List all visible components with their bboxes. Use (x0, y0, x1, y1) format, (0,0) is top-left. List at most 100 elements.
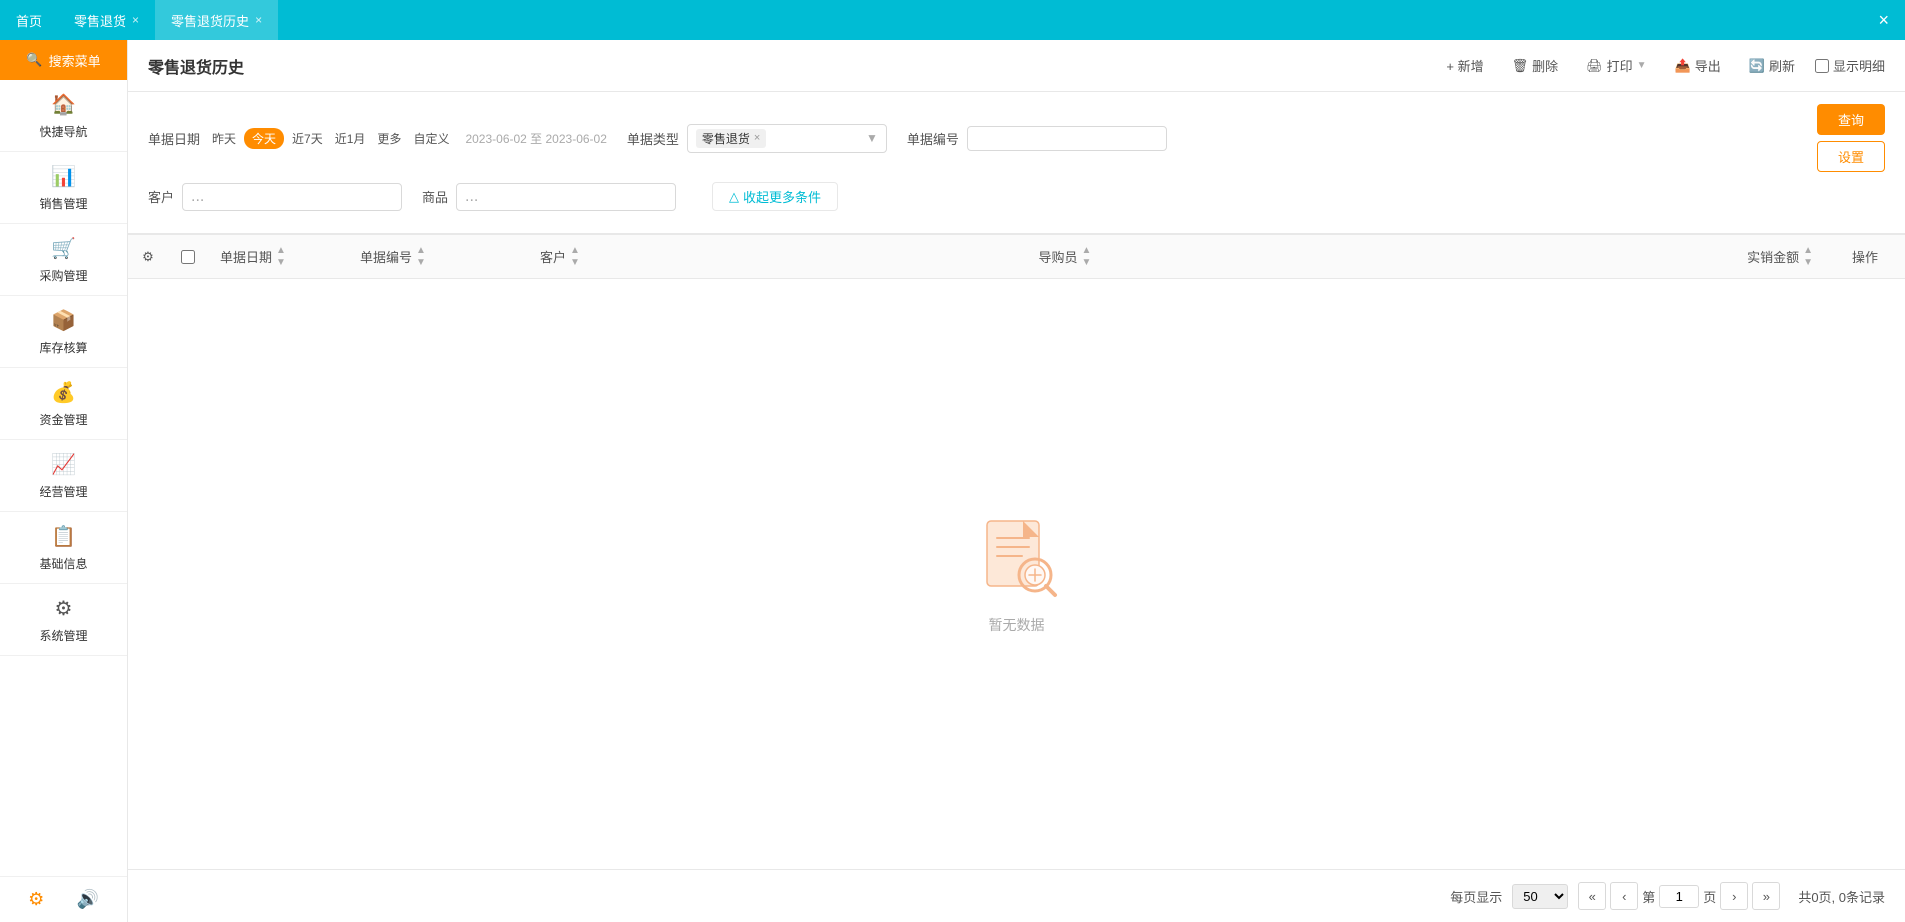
show-detail-checkbox[interactable] (1815, 59, 1829, 73)
doc-no-label: 单据编号 (907, 129, 959, 148)
date-filter-label: 单据日期 (148, 129, 200, 148)
sidebar-item-quick-nav-label: 快捷导航 (39, 123, 87, 140)
goods-dots: ... (465, 188, 478, 206)
page-label: 第 (1642, 887, 1655, 906)
query-button[interactable]: 查询 (1817, 104, 1885, 135)
delete-button[interactable]: 🗑 删除 (1504, 52, 1567, 79)
date-btn-custom[interactable]: 自定义 (409, 128, 453, 149)
home-icon: 🏠 (51, 92, 76, 117)
date-btn-yesterday[interactable]: 昨天 (208, 128, 240, 149)
sidebar-item-purchase-label: 采购管理 (39, 267, 87, 284)
date-btn-today[interactable]: 今天 (244, 128, 284, 149)
sidebar-item-quick-nav[interactable]: 🏠 快捷导航 (0, 80, 127, 152)
header-actions: + 新增 🗑 删除 🖨 打印 ▼ 📤 导出 🔄 刷新 (1438, 52, 1885, 79)
doc-type-label: 单据类型 (627, 129, 679, 148)
settings-bottom-icon[interactable]: ⚙ (28, 889, 44, 910)
tab-retail-return-history-close[interactable]: × (255, 13, 262, 27)
th-guide-label: 导购员 (1039, 247, 1078, 266)
goods-label: 商品 (422, 187, 448, 206)
collapse-icon: △ (729, 189, 739, 205)
sidebar-bottom: ⚙ 🔊 (0, 876, 127, 922)
show-detail-container: 显示明细 (1815, 56, 1885, 75)
date-btn-7days[interactable]: 近7天 (288, 128, 327, 149)
th-action: 操作 (1825, 237, 1905, 276)
doc-type-select[interactable]: 零售退货 × ▼ (687, 124, 887, 153)
doc-no-input[interactable] (967, 126, 1167, 151)
tab-retail-return-history-label: 零售退货历史 (171, 11, 249, 30)
th-amount-sort[interactable]: ▲ ▼ (1803, 245, 1813, 268)
th-date-sort[interactable]: ▲ ▼ (276, 245, 286, 268)
doc-type-filter: 单据类型 零售退货 × ▼ (627, 124, 887, 153)
finance-icon: 💰 (51, 380, 76, 405)
th-date[interactable]: 单据日期 ▲ ▼ (208, 235, 348, 278)
th-action-label: 操作 (1852, 247, 1878, 266)
goods-select[interactable]: ... (456, 183, 676, 211)
settings-button[interactable]: 设置 (1817, 141, 1885, 172)
filter-row-2: 客户 ... 商品 ... (148, 182, 1885, 211)
date-btn-1month[interactable]: 近1月 (331, 128, 370, 149)
content-area: 零售退货历史 + 新增 🗑 删除 🖨 打印 ▼ 📤 导出 (128, 40, 1905, 922)
purchase-icon: 🛒 (51, 236, 76, 261)
pagination: 每页显示 50 10 20 100 « ‹ 第 页 › » 共0页, 0条记录 (128, 869, 1905, 922)
doc-type-tag-close[interactable]: × (754, 132, 760, 144)
new-button[interactable]: + 新增 (1438, 52, 1491, 79)
tab-retail-return-close[interactable]: × (132, 13, 139, 27)
th-amount[interactable]: 实销金额 ▲ ▼ (1705, 235, 1825, 278)
sidebar-search[interactable]: 🔍 搜索菜单 (0, 40, 127, 80)
sidebar-item-finance[interactable]: 💰 资金管理 (0, 368, 127, 440)
tab-home[interactable]: 首页 (0, 0, 58, 40)
date-btn-more[interactable]: 更多 (373, 128, 405, 149)
page-first-button[interactable]: « (1578, 882, 1606, 910)
tab-retail-return[interactable]: 零售退货 × (58, 0, 155, 40)
topbar-tabs: 首页 零售退货 × 零售退货历史 × (0, 0, 1862, 40)
th-no[interactable]: 单据编号 ▲ ▼ (348, 235, 528, 278)
export-icon: 📤 (1675, 58, 1691, 74)
audio-icon[interactable]: 🔊 (76, 889, 98, 910)
collapse-button[interactable]: △ 收起更多条件 (712, 182, 838, 211)
sales-icon: 📊 (51, 164, 76, 189)
sidebar-item-inventory-label: 库存核算 (39, 339, 87, 356)
th-date-label: 单据日期 (220, 247, 272, 266)
sidebar-item-sales-mgmt[interactable]: 📊 销售管理 (0, 152, 127, 224)
tab-retail-return-history[interactable]: 零售退货历史 × (155, 0, 278, 40)
page-size-select[interactable]: 50 10 20 100 (1512, 884, 1568, 909)
sidebar-item-basic-info[interactable]: 📋 基础信息 (0, 512, 127, 584)
tab-retail-return-label: 零售退货 (74, 11, 126, 30)
sidebar-item-purchase-mgmt[interactable]: 🛒 采购管理 (0, 224, 127, 296)
export-button-label: 导出 (1695, 56, 1721, 75)
select-all-checkbox[interactable] (181, 250, 195, 264)
window-close-button[interactable]: × (1862, 10, 1905, 31)
th-customer-label: 客户 (540, 247, 566, 266)
sidebar-search-label: 搜索菜单 (49, 51, 101, 70)
th-amount-label: 实销金额 (1747, 247, 1799, 266)
page-last-button[interactable]: » (1752, 882, 1780, 910)
customer-value: ... (191, 188, 393, 206)
page-input[interactable] (1659, 885, 1699, 908)
page-next-button[interactable]: › (1720, 882, 1748, 910)
doc-type-tag-text: 零售退货 (702, 130, 750, 147)
th-guide-sort[interactable]: ▲ ▼ (1082, 245, 1092, 268)
th-customer[interactable]: 客户 ▲ ▼ (528, 235, 1027, 278)
sidebar-item-operations[interactable]: 📈 经营管理 (0, 440, 127, 512)
export-button[interactable]: 📤 导出 (1667, 52, 1729, 79)
th-no-sort[interactable]: ▲ ▼ (416, 245, 426, 268)
goods-value: ... (465, 188, 667, 206)
doc-type-arrow: ▼ (866, 131, 878, 145)
empty-state: 暂无数据 (128, 279, 1905, 869)
operations-icon: 📈 (51, 452, 76, 477)
th-checkbox[interactable] (168, 240, 208, 274)
th-customer-sort[interactable]: ▲ ▼ (570, 245, 580, 268)
customer-filter: 客户 ... (148, 183, 402, 211)
tab-home-label: 首页 (16, 11, 42, 30)
print-button[interactable]: 🖨 打印 ▼ (1578, 52, 1654, 79)
page-info: 第 页 (1642, 885, 1716, 908)
basic-info-icon: 📋 (51, 524, 76, 549)
page-prev-button[interactable]: ‹ (1610, 882, 1638, 910)
refresh-button[interactable]: 🔄 刷新 (1741, 52, 1803, 79)
doc-type-tag: 零售退货 × (696, 129, 766, 148)
sidebar-item-inventory[interactable]: 📦 库存核算 (0, 296, 127, 368)
sidebar-item-system-mgmt[interactable]: ⚙ 系统管理 (0, 584, 127, 656)
th-settings[interactable]: ⚙ (128, 239, 168, 275)
customer-select[interactable]: ... (182, 183, 402, 211)
th-guide[interactable]: 导购员 ▲ ▼ (1027, 235, 1207, 278)
